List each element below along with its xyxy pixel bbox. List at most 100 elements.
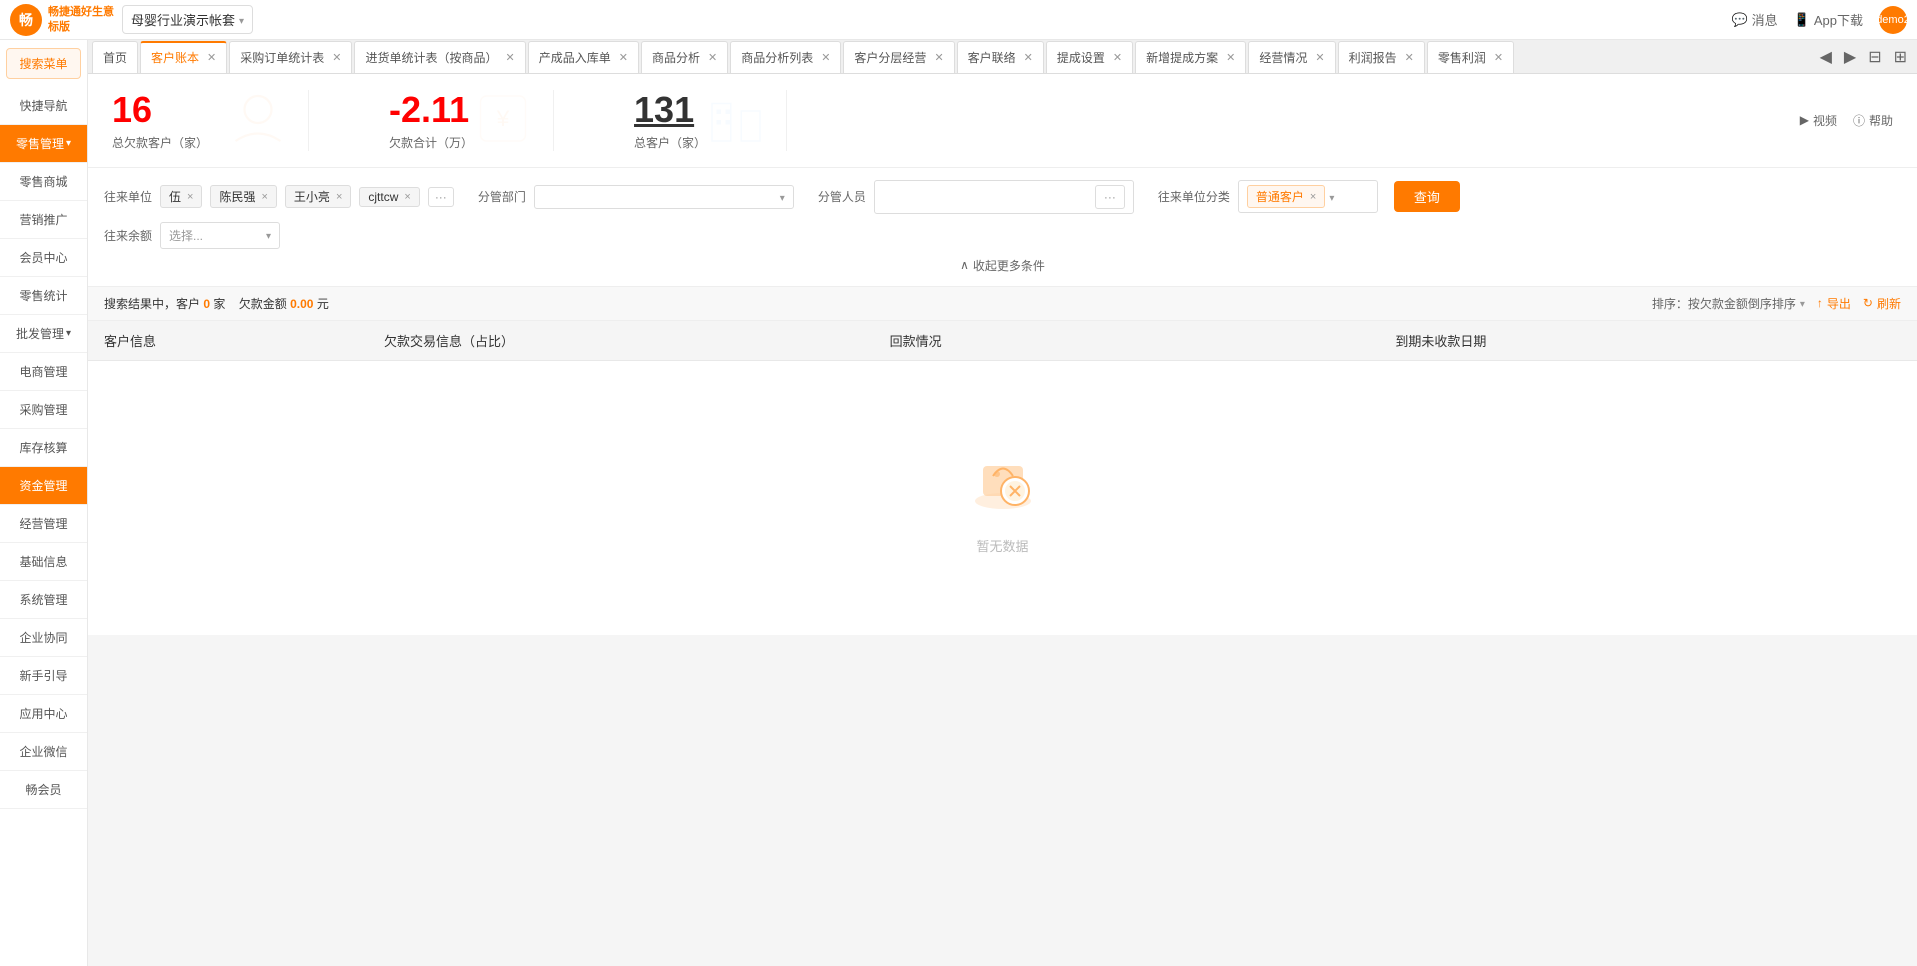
- sidebar-item-purchase-mgmt[interactable]: 采购管理: [0, 391, 87, 429]
- dept-chevron-icon: [780, 190, 785, 204]
- tag-close-chen[interactable]: ×: [261, 191, 267, 203]
- sort-select[interactable]: 排序：按欠款金额倒序排序: [1652, 295, 1805, 312]
- sidebar-item-inventory[interactable]: 库存核算: [0, 429, 87, 467]
- refresh-button[interactable]: ↻ 刷新: [1863, 295, 1901, 312]
- tag-close-ordinary[interactable]: ×: [1310, 191, 1316, 203]
- col-header-debt-info: 欠款交易信息（占比）: [384, 331, 890, 350]
- filter-label-manager: 分管人员: [818, 188, 866, 205]
- tab-operations[interactable]: 经营情况 ✕: [1248, 41, 1335, 73]
- logo-area: 畅 畅捷通好生意 标版: [10, 4, 114, 36]
- stat-label-total: 总客户（家）: [634, 134, 706, 151]
- filter-tag-unit-wu[interactable]: 伍 ×: [160, 185, 202, 208]
- filter-balance-select[interactable]: 选择...: [160, 222, 280, 249]
- manager-dots-icon[interactable]: ···: [1095, 185, 1125, 209]
- app-download-button[interactable]: 📱 App下载: [1794, 10, 1863, 29]
- tab-maximize-btn[interactable]: ⊞: [1888, 47, 1913, 67]
- stat-label-amount: 欠款合计（万）: [389, 134, 473, 151]
- collapse-button[interactable]: ∧ 收起更多条件: [960, 257, 1045, 274]
- filter-label-balance: 往来余额: [104, 227, 152, 244]
- tab-close-icon-4[interactable]: ✕: [619, 51, 628, 64]
- tab-close-icon-9[interactable]: ✕: [1113, 51, 1122, 64]
- tab-expand-btn[interactable]: ⊟: [1862, 47, 1887, 67]
- tab-nav-prev[interactable]: ◀: [1814, 47, 1838, 67]
- tab-close-icon[interactable]: ✕: [207, 51, 216, 64]
- filter-more-button[interactable]: ···: [428, 187, 454, 207]
- filter-dept-select[interactable]: [534, 185, 794, 209]
- help-button[interactable]: ⓘ 帮助: [1853, 112, 1893, 129]
- tab-product-analysis[interactable]: 商品分析 ✕: [641, 41, 728, 73]
- tab-close-icon-5[interactable]: ✕: [708, 51, 717, 64]
- filter-tag-unit-chen[interactable]: 陈民强 ×: [210, 185, 276, 208]
- stats-banner: 16 总欠款客户（家） -2.11 欠款合计（万）: [88, 74, 1917, 168]
- table-container: 客户信息 欠款交易信息（占比） 回款情况 到期未收款日期: [88, 321, 1917, 635]
- logo-icon: 畅: [10, 4, 42, 36]
- stat-block-total-customers: 131 总客户（家）: [554, 90, 787, 151]
- sidebar-item-wholesale-mgmt[interactable]: 批发管理 ▾: [0, 315, 87, 353]
- tab-close-icon-10[interactable]: ✕: [1226, 51, 1235, 64]
- account-selector[interactable]: 母婴行业演示帐套: [122, 5, 253, 34]
- sort-chevron-icon: [1800, 296, 1805, 310]
- tag-close-wu[interactable]: ×: [187, 191, 193, 203]
- tab-customer-tier[interactable]: 客户分层经营 ✕: [843, 41, 954, 73]
- tab-customer-contact[interactable]: 客户联络 ✕: [957, 41, 1044, 73]
- tab-goods-purchase-stats[interactable]: 进货单统计表（按商品） ✕: [354, 41, 525, 73]
- tag-close-wang[interactable]: ×: [336, 191, 342, 203]
- filter-tag-ordinary[interactable]: 普通客户 ×: [1247, 185, 1325, 208]
- sidebar-item-finance-mgmt[interactable]: 资金管理: [0, 467, 87, 505]
- category-chevron-icon: [1329, 190, 1334, 204]
- filter-tag-unit-cj[interactable]: cjttcw ×: [359, 187, 419, 207]
- tab-close-icon-13[interactable]: ✕: [1494, 51, 1503, 64]
- tab-purchase-order-stats[interactable]: 采购订单统计表 ✕: [229, 41, 352, 73]
- tab-product-storage[interactable]: 产成品入库单 ✕: [528, 41, 639, 73]
- chevron-down-icon: ▾: [66, 138, 71, 149]
- tab-nav-next[interactable]: ▶: [1838, 47, 1862, 67]
- sidebar-item-member-center[interactable]: 会员中心: [0, 239, 87, 277]
- message-button[interactable]: 💬 消息: [1731, 10, 1777, 29]
- sidebar-item-marketing[interactable]: 营销推广: [0, 201, 87, 239]
- collapse-area: ∧ 收起更多条件: [104, 257, 1901, 274]
- tab-close-icon-8[interactable]: ✕: [1024, 51, 1033, 64]
- tab-new-commission[interactable]: 新增提成方案 ✕: [1135, 41, 1246, 73]
- tab-close-icon-12[interactable]: ✕: [1405, 51, 1414, 64]
- tab-profit-report[interactable]: 利润报告 ✕: [1338, 41, 1425, 73]
- sidebar-item-retail-mall[interactable]: 零售商城: [0, 163, 87, 201]
- sidebar-item-quick-nav[interactable]: 快捷导航: [0, 87, 87, 125]
- filter-category-select[interactable]: 普通客户 ×: [1238, 180, 1378, 213]
- sidebar-item-ecommerce[interactable]: 电商管理: [0, 353, 87, 391]
- results-info-text: 搜索结果中，客户 0 家 欠款金额 0.00 元: [104, 295, 329, 312]
- tab-close-icon-11[interactable]: ✕: [1315, 51, 1324, 64]
- tab-close-icon-6[interactable]: ✕: [821, 51, 830, 64]
- filter-label-category: 往来单位分类: [1158, 188, 1230, 205]
- tab-customer-ledger[interactable]: 客户账本 ✕: [140, 41, 227, 73]
- export-button[interactable]: ↑ 导出: [1817, 295, 1851, 312]
- tab-home[interactable]: 首页: [92, 41, 138, 73]
- tag-close-cj[interactable]: ×: [404, 191, 410, 203]
- sidebar-item-system-mgmt[interactable]: 系统管理: [0, 581, 87, 619]
- tab-retail-profit[interactable]: 零售利润 ✕: [1427, 41, 1514, 73]
- sidebar-item-app-center[interactable]: 应用中心: [0, 695, 87, 733]
- filter-tag-unit-wang[interactable]: 王小亮 ×: [285, 185, 351, 208]
- sidebar-item-beginner-guide[interactable]: 新手引导: [0, 657, 87, 695]
- sidebar-item-operations[interactable]: 经营管理: [0, 505, 87, 543]
- sidebar-item-enterprise-collab[interactable]: 企业协同: [0, 619, 87, 657]
- tab-close-icon-3[interactable]: ✕: [506, 51, 515, 64]
- sidebar-item-retail-mgmt[interactable]: 零售管理 ▾: [0, 125, 87, 163]
- query-button[interactable]: 查询: [1394, 181, 1460, 212]
- sidebar-item-retail-stats[interactable]: 零售统计: [0, 277, 87, 315]
- stat-label-customers: 总欠款客户（家）: [112, 134, 208, 151]
- sidebar-item-basic-info[interactable]: 基础信息: [0, 543, 87, 581]
- tab-close-icon-7[interactable]: ✕: [934, 51, 943, 64]
- search-menu-button[interactable]: 搜索菜单: [6, 48, 81, 79]
- stat-value-amount: -2.11: [389, 90, 469, 130]
- sidebar-item-enterprise-wechat[interactable]: 企业微信: [0, 733, 87, 771]
- filter-row-2: 往来余额 选择...: [104, 222, 1901, 249]
- user-menu-button[interactable]: demo2: [1879, 6, 1907, 34]
- tab-bar: 首页 客户账本 ✕ 采购订单统计表 ✕ 进货单统计表（按商品） ✕ 产成品入库单…: [88, 40, 1917, 74]
- tab-product-analysis-list[interactable]: 商品分析列表 ✕: [730, 41, 841, 73]
- sidebar-item-member[interactable]: 畅会员: [0, 771, 87, 809]
- tab-close-icon-2[interactable]: ✕: [332, 51, 341, 64]
- refresh-icon: ↻: [1863, 296, 1873, 310]
- tab-commission-settings[interactable]: 提成设置 ✕: [1046, 41, 1133, 73]
- video-button[interactable]: ▶ 视频: [1800, 112, 1837, 129]
- filter-manager-select[interactable]: ···: [874, 180, 1134, 214]
